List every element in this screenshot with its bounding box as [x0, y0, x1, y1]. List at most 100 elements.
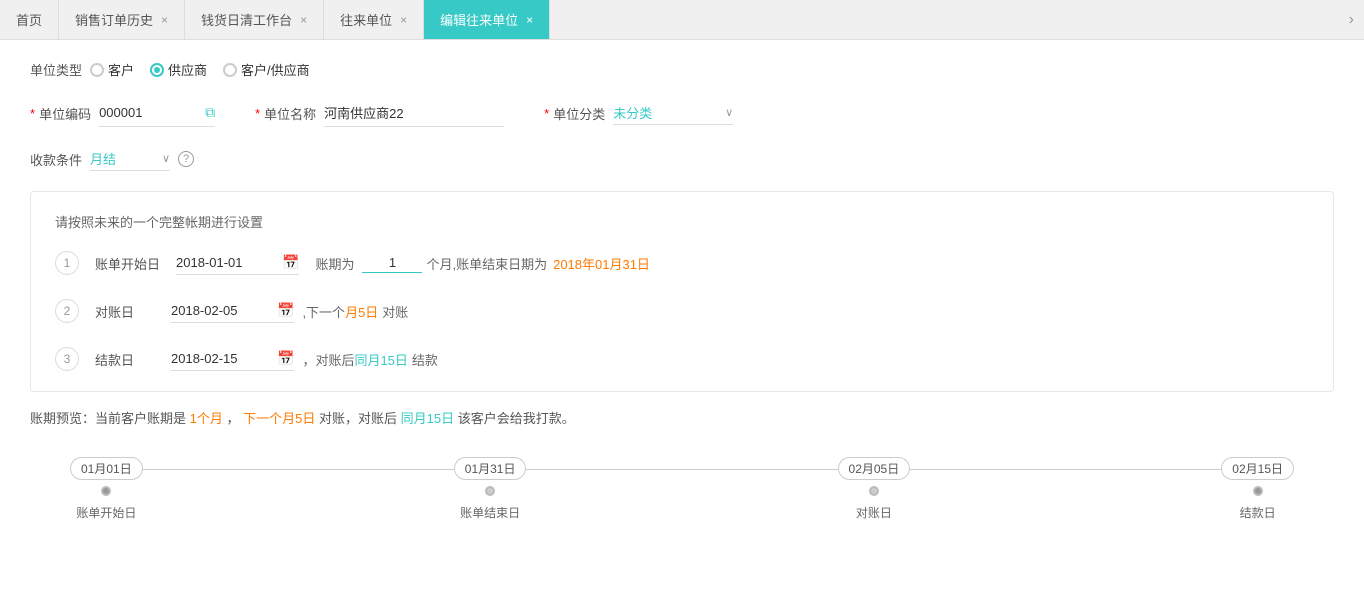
step-num-3: 3	[55, 347, 79, 371]
unit-type-label: 单位类型	[30, 60, 82, 79]
step-date-wrapper-1: 📅	[176, 251, 299, 275]
unit-name-item: * 单位名称	[255, 99, 504, 127]
step-suffix-pre-3: ，对账后	[302, 350, 354, 369]
step-date-input-1[interactable]	[176, 253, 276, 272]
step-label-2: 对账日	[95, 302, 155, 321]
unit-name-input[interactable]	[324, 101, 504, 124]
unit-category-select[interactable]: 未分类 ∨	[613, 101, 733, 125]
tab-edit-partner[interactable]: 编辑往来单位 ×	[424, 0, 550, 39]
payment-terms-value: 月结	[90, 149, 154, 168]
radio-customer-circle	[90, 63, 104, 77]
timeline-items: 01月01日 账单开始日 01月31日 账单结束日 02月05日 对账日 02月…	[30, 457, 1334, 521]
tab-sales-history-close[interactable]: ×	[161, 13, 168, 27]
payment-terms-select[interactable]: 月结 ∨	[90, 147, 170, 171]
step-date-wrapper-2: 📅	[171, 299, 294, 323]
timeline-badge-3: 02月15日	[1221, 457, 1294, 480]
tab-home-label: 首页	[16, 10, 42, 29]
tab-bar: 首页 销售订单历史 × 钱货日清工作台 × 往来单位 × 编辑往来单位 × ›	[0, 0, 1364, 40]
timeline-container: 01月01日 账单开始日 01月31日 账单结束日 02月05日 对账日 02月…	[30, 447, 1334, 541]
payment-terms-label: 收款条件	[30, 150, 82, 169]
preview-prefix: 账期预览：当前客户账期是	[30, 411, 186, 426]
tab-cash-work-label: 钱货日清工作台	[201, 10, 292, 29]
unit-category-arrow: ∨	[725, 106, 733, 119]
unit-code-star: *	[30, 106, 35, 121]
timeline-point-0: 01月01日 账单开始日	[70, 457, 143, 521]
step-row-1: 1 账单开始日 📅 账期为 个月,账单结束日期为 2018年01月31日	[55, 251, 1309, 275]
radio-group: 客户 供应商 客户/供应商	[90, 60, 310, 79]
tab-home[interactable]: 首页	[0, 0, 59, 39]
unit-code-label: 单位编码	[39, 104, 91, 123]
unit-name-star: *	[255, 106, 260, 121]
tab-partners[interactable]: 往来单位 ×	[324, 0, 424, 39]
cal-icon-1[interactable]: 📅	[282, 254, 299, 271]
timeline-dot-1	[485, 486, 495, 496]
radio-both[interactable]: 客户/供应商	[223, 60, 310, 79]
unit-code-item: * 单位编码 ⧉	[30, 99, 215, 127]
timeline-label-3: 结款日	[1240, 504, 1276, 521]
unit-type-item: 单位类型 客户 供应商 客户/供应商	[30, 60, 310, 79]
timeline-point-3: 02月15日 结款日	[1221, 457, 1294, 521]
step-date-input-3[interactable]	[171, 349, 271, 368]
period-input[interactable]	[362, 253, 422, 273]
settings-panel: 请按照未来的一个完整帐期进行设置 1 账单开始日 📅 账期为 个月,账单结束日期…	[30, 191, 1334, 392]
end-date-highlight: 2018年01月31日	[553, 254, 650, 273]
step-date-input-2[interactable]	[171, 301, 271, 320]
preview-next-day: 下一个月5日	[243, 411, 315, 426]
unit-info-row: * 单位编码 ⧉ * 单位名称 * 单位分类 未分类 ∨	[30, 99, 1334, 127]
preview-period: 1个月	[190, 411, 223, 426]
preview-suffix: 该客户会给我打款。	[458, 411, 575, 426]
step-suffix-unit: 个月,账单结束日期为	[426, 254, 547, 273]
timeline-label-1: 账单结束日	[460, 504, 520, 521]
radio-customer-label: 客户	[108, 60, 134, 79]
timeline-dot-3	[1253, 486, 1263, 496]
step-suffix-post-2: 对账	[382, 302, 408, 321]
step-num-2: 2	[55, 299, 79, 323]
step-num-1: 1	[55, 251, 79, 275]
tab-partners-close[interactable]: ×	[400, 13, 407, 27]
unit-category-label: 单位分类	[553, 104, 605, 123]
timeline-label-2: 对账日	[856, 504, 892, 521]
payment-terms-item: 收款条件 月结 ∨ ?	[30, 147, 194, 171]
radio-customer[interactable]: 客户	[90, 60, 134, 79]
unit-code-input[interactable]	[99, 101, 199, 124]
preview-middle2: 对账，对账后	[319, 411, 397, 426]
timeline-point-1: 01月31日 账单结束日	[454, 457, 527, 521]
step-label-1: 账单开始日	[95, 254, 160, 273]
step-suffix-post-3: 结款	[412, 350, 438, 369]
cal-icon-3[interactable]: 📅	[277, 350, 294, 367]
unit-name-label: 单位名称	[264, 104, 316, 123]
radio-supplier-label: 供应商	[168, 60, 207, 79]
radio-supplier-circle	[150, 63, 164, 77]
timeline-point-2: 02月05日 对账日	[838, 457, 911, 521]
tab-cash-work[interactable]: 钱货日清工作台 ×	[185, 0, 324, 39]
radio-both-circle	[223, 63, 237, 77]
timeline-label-0: 账单开始日	[76, 504, 136, 521]
tab-sales-history-label: 销售订单历史	[75, 10, 153, 29]
unit-category-item: * 单位分类 未分类 ∨	[544, 101, 733, 125]
main-content: 单位类型 客户 供应商 客户/供应商 * 单位编码	[0, 40, 1364, 608]
timeline-dot-2	[869, 486, 879, 496]
tab-overflow-arrow[interactable]: ›	[1339, 0, 1364, 39]
tab-cash-work-close[interactable]: ×	[300, 13, 307, 27]
tab-partners-label: 往来单位	[340, 10, 392, 29]
timeline-badge-2: 02月05日	[838, 457, 911, 480]
tab-sales-history[interactable]: 销售订单历史 ×	[59, 0, 185, 39]
tab-edit-partner-label: 编辑往来单位	[440, 10, 518, 29]
panel-desc: 请按照未来的一个完整帐期进行设置	[55, 212, 1309, 231]
radio-both-label: 客户/供应商	[241, 60, 310, 79]
radio-supplier[interactable]: 供应商	[150, 60, 207, 79]
tab-edit-partner-close[interactable]: ×	[526, 13, 533, 27]
unit-category-star: *	[544, 106, 549, 121]
timeline-badge-1: 01月31日	[454, 457, 527, 480]
preview-middle1: ，	[227, 411, 240, 426]
preview-settle-day: 同月15日	[401, 411, 454, 426]
unit-code-wrapper: ⧉	[99, 99, 215, 127]
unit-type-row: 单位类型 客户 供应商 客户/供应商	[30, 60, 1334, 79]
step-row-2: 2 对账日 📅 ,下一个 月5日 对账	[55, 299, 1309, 323]
unit-category-value: 未分类	[613, 103, 717, 122]
cal-icon-2[interactable]: 📅	[277, 302, 294, 319]
step-suffix-before-1: 账期为	[315, 254, 354, 273]
help-icon[interactable]: ?	[178, 151, 194, 167]
payment-terms-arrow: ∨	[162, 152, 170, 165]
copy-icon[interactable]: ⧉	[205, 104, 215, 121]
